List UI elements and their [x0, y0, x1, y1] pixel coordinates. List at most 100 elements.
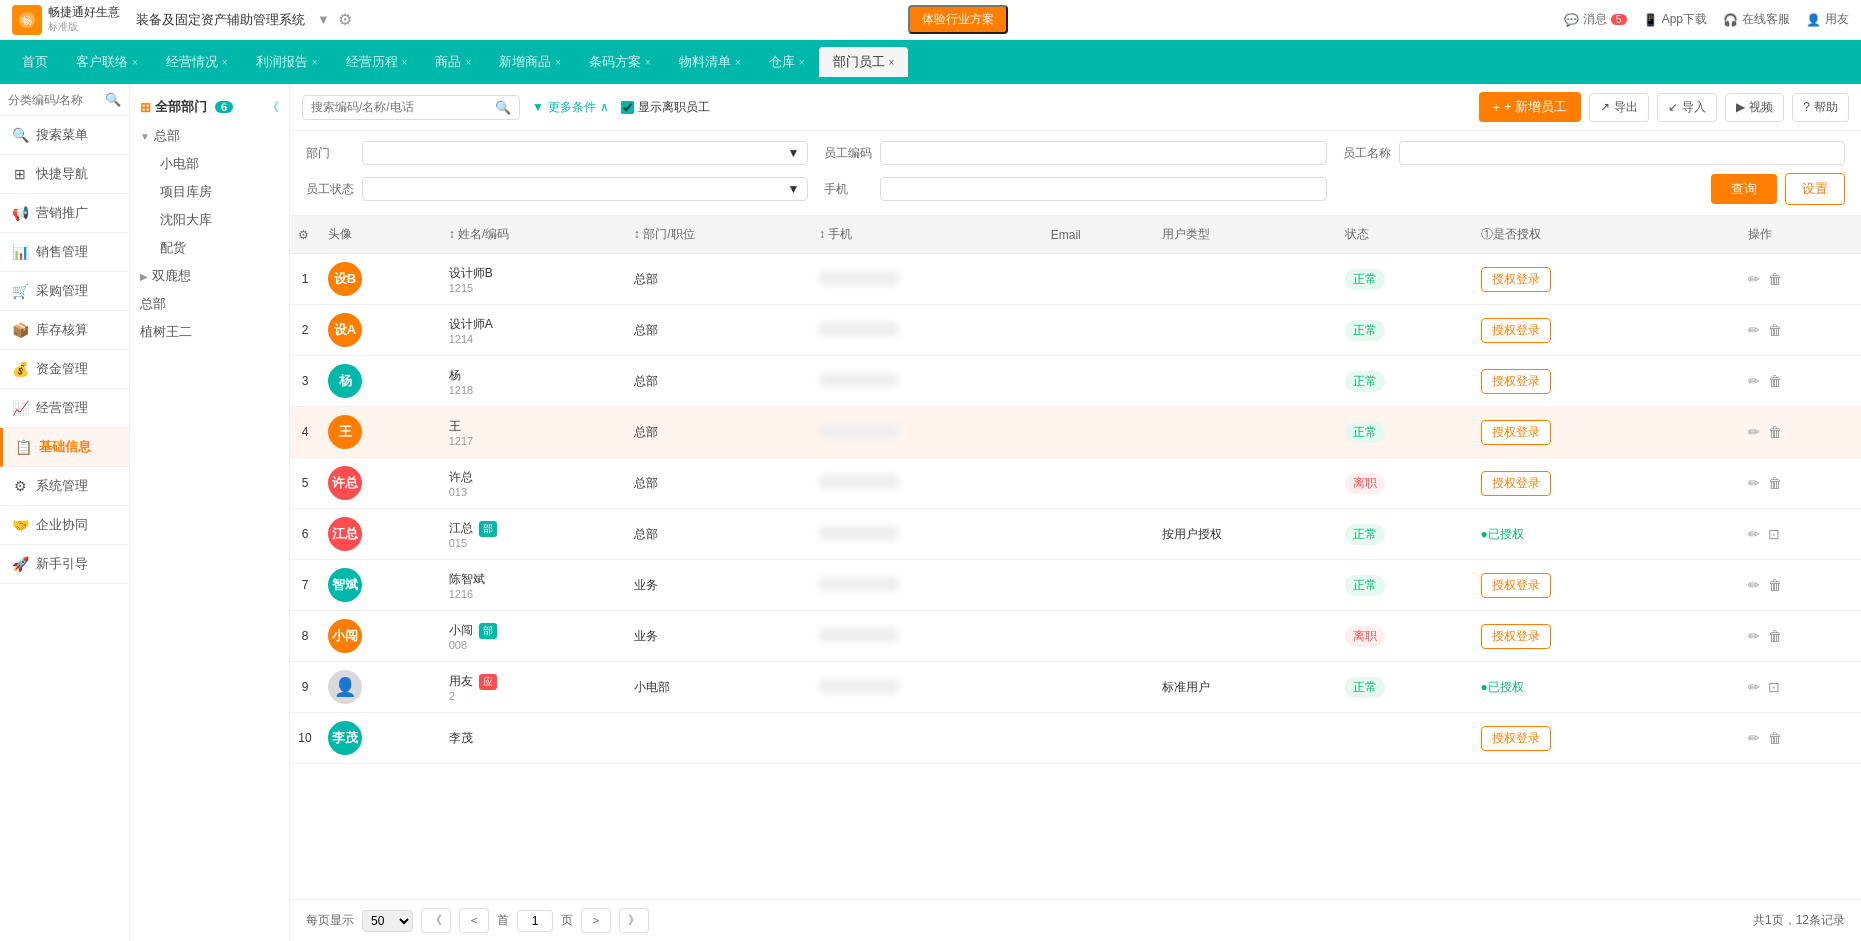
edit-btn[interactable]: ✏ [1748, 577, 1760, 593]
add-employee-btn[interactable]: + + 新增员工 [1479, 92, 1582, 122]
tab-product-close[interactable]: × [465, 57, 471, 68]
sidebar-item-system[interactable]: ⚙ 系统管理 [0, 467, 129, 506]
more-conditions-btn[interactable]: ▼ 更多条件 ∧ [532, 99, 609, 116]
delete-btn[interactable]: 🗑 [1768, 628, 1782, 644]
sidebar-item-guide[interactable]: 🚀 新手引导 [0, 545, 129, 584]
tab-customer[interactable]: 客户联络 × [62, 47, 152, 77]
sidebar-item-collab[interactable]: 🤝 企业协同 [0, 506, 129, 545]
query-btn[interactable]: 查询 [1711, 174, 1777, 204]
emp-name-input[interactable] [1399, 141, 1845, 165]
dept-item-zongbu-parent[interactable]: ▼ 总部 [130, 122, 289, 150]
tab-warehouse-close[interactable]: × [799, 57, 805, 68]
tab-bom-close[interactable]: × [735, 57, 741, 68]
search-input[interactable] [311, 100, 491, 114]
copy-btn[interactable]: ⊡ [1768, 526, 1780, 542]
sidebar-item-marketing[interactable]: 📢 营销推广 [0, 194, 129, 233]
dept-item-zhishu[interactable]: 植树王二 [130, 318, 289, 346]
tab-operation-close[interactable]: × [222, 57, 228, 68]
search-icon[interactable]: 🔍 [495, 100, 511, 115]
dept-item-shuanglu[interactable]: ▶ 双鹿想 [130, 262, 289, 290]
tab-operation[interactable]: 经营情况 × [152, 47, 242, 77]
tab-bom[interactable]: 物料清单 × [665, 47, 755, 77]
sidebar-item-sales[interactable]: 📊 销售管理 [0, 233, 129, 272]
edit-btn[interactable]: ✏ [1748, 373, 1760, 389]
user-btn[interactable]: 👤 用友 [1806, 11, 1849, 28]
phone-input[interactable] [880, 177, 1326, 201]
delete-btn[interactable]: 🗑 [1768, 424, 1782, 440]
dept-item-peihuo[interactable]: 配货 [130, 234, 289, 262]
dept-item-xiangmuku[interactable]: 项目库房 [130, 178, 289, 206]
authorize-btn[interactable]: 授权登录 [1481, 369, 1551, 394]
delete-btn[interactable]: 🗑 [1768, 475, 1782, 491]
edit-btn[interactable]: ✏ [1748, 679, 1760, 695]
authorize-btn[interactable]: 授权登录 [1481, 471, 1551, 496]
emp-status-select[interactable]: ▼ [362, 177, 808, 201]
view-btn[interactable]: ▶ 视频 [1725, 93, 1784, 122]
dept-select[interactable]: ▼ [362, 141, 808, 165]
show-resign-checkbox[interactable] [621, 101, 634, 114]
edit-btn[interactable]: ✏ [1748, 322, 1760, 338]
sidebar-search-icon[interactable]: 🔍 [105, 92, 121, 107]
tab-product[interactable]: 商品 × [421, 47, 485, 77]
online-service-btn[interactable]: 🎧 在线客服 [1723, 11, 1790, 28]
authorize-btn[interactable]: 授权登录 [1481, 420, 1551, 445]
page-number-input[interactable] [517, 910, 553, 932]
tab-profit-close[interactable]: × [312, 57, 318, 68]
prev-page-btn[interactable]: ＜ [459, 908, 489, 933]
tab-employees[interactable]: 部门员工 × [819, 47, 909, 77]
tab-customer-close[interactable]: × [132, 57, 138, 68]
first-page-btn[interactable]: 《 [421, 908, 451, 933]
col-phone[interactable]: ↕ 手机 [811, 216, 1043, 254]
edit-btn[interactable]: ✏ [1748, 730, 1760, 746]
authorize-btn[interactable]: 授权登录 [1481, 726, 1551, 751]
tab-warehouse[interactable]: 仓库 × [755, 47, 819, 77]
help-btn[interactable]: ? 帮助 [1792, 93, 1849, 122]
edit-btn[interactable]: ✏ [1748, 526, 1760, 542]
tab-profit[interactable]: 利润报告 × [242, 47, 332, 77]
edit-btn[interactable]: ✏ [1748, 475, 1760, 491]
delete-btn[interactable]: 🗑 [1768, 373, 1782, 389]
delete-btn[interactable]: 🗑 [1768, 730, 1782, 746]
next-page-btn[interactable]: ＞ [581, 908, 611, 933]
app-download-btn[interactable]: 📱 App下载 [1643, 11, 1707, 28]
edit-btn[interactable]: ✏ [1748, 424, 1760, 440]
reset-btn[interactable]: 设置 [1785, 173, 1845, 205]
import-btn[interactable]: ↙ 导入 [1657, 93, 1717, 122]
dept-item-shenyang[interactable]: 沈阳大库 [130, 206, 289, 234]
dept-collapse-btn[interactable]: 《 [267, 99, 279, 116]
last-page-btn[interactable]: 》 [619, 908, 649, 933]
col-dept[interactable]: ↕ 部门/职位 [626, 216, 811, 254]
tab-employees-close[interactable]: × [889, 57, 895, 68]
trial-btn[interactable]: 体验行业方案 [908, 5, 1008, 34]
sidebar-item-nav[interactable]: ⊞ 快捷导航 [0, 155, 129, 194]
col-name[interactable]: ↕ 姓名/编码 [441, 216, 626, 254]
tab-history[interactable]: 经营历程 × [332, 47, 422, 77]
authorize-btn[interactable]: 授权登录 [1481, 573, 1551, 598]
per-page-select[interactable]: 50 100 200 [362, 910, 413, 932]
sidebar-item-purchase[interactable]: 🛒 采购管理 [0, 272, 129, 311]
settings-icon[interactable]: ⚙ [338, 10, 352, 29]
tab-add-product[interactable]: 新增商品 × [485, 47, 575, 77]
delete-btn[interactable]: 🗑 [1768, 577, 1782, 593]
sidebar-item-basic-info[interactable]: 📋 基础信息 [0, 428, 129, 467]
col-settings[interactable]: ⚙ [290, 216, 320, 254]
emp-code-input[interactable] [880, 141, 1326, 165]
delete-btn[interactable]: 🗑 [1768, 271, 1782, 287]
message-btn[interactable]: 💬 消息 5 [1564, 11, 1627, 28]
copy-btn[interactable]: ⊡ [1768, 679, 1780, 695]
system-name-dropdown-icon[interactable]: ▼ [317, 12, 330, 27]
tab-add-product-close[interactable]: × [555, 57, 561, 68]
sidebar-item-finance[interactable]: 💰 资金管理 [0, 350, 129, 389]
edit-btn[interactable]: ✏ [1748, 628, 1760, 644]
tab-home[interactable]: 首页 [8, 47, 62, 77]
tab-barcode[interactable]: 条码方案 × [575, 47, 665, 77]
sidebar-item-inventory[interactable]: 📦 库存核算 [0, 311, 129, 350]
delete-btn[interactable]: 🗑 [1768, 322, 1782, 338]
authorize-btn[interactable]: 授权登录 [1481, 267, 1551, 292]
tab-barcode-close[interactable]: × [645, 57, 651, 68]
dept-item-zongbu[interactable]: 总部 [130, 290, 289, 318]
tab-history-close[interactable]: × [402, 57, 408, 68]
dept-item-xiaodibu[interactable]: 小电部 [130, 150, 289, 178]
show-resign-label[interactable]: 显示离职员工 [621, 99, 710, 116]
export-btn[interactable]: ↗ 导出 [1589, 93, 1649, 122]
